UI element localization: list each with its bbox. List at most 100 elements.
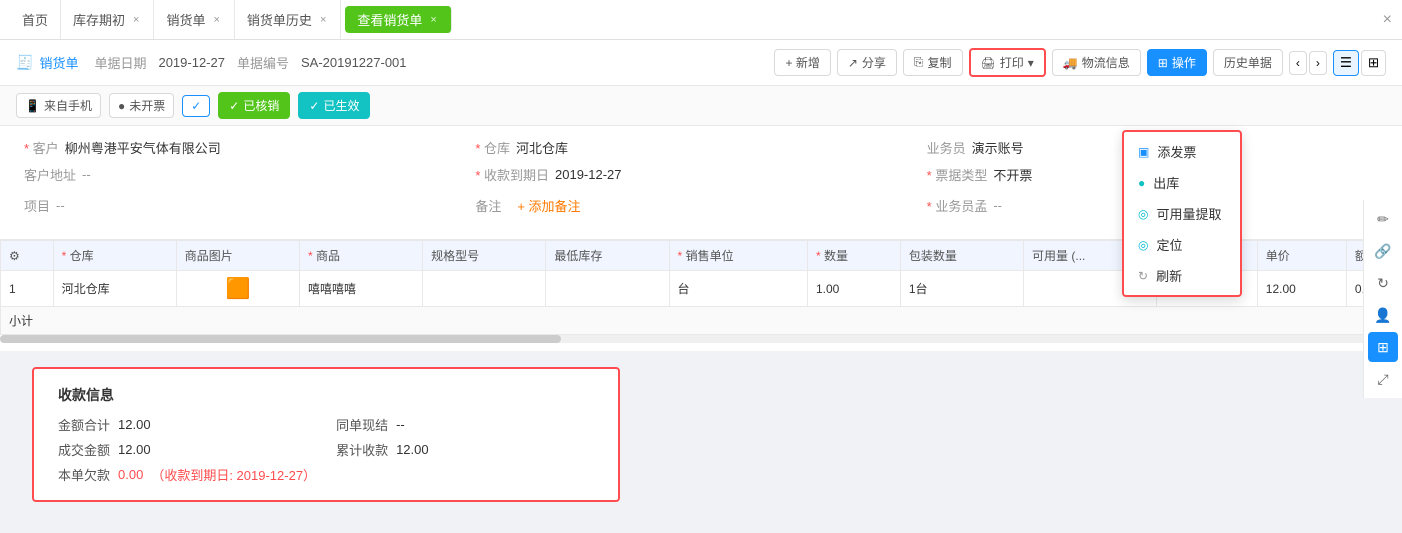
summary-title: 收款信息 — [58, 385, 594, 405]
add-memo-button[interactable]: + 添加备注 — [507, 192, 590, 219]
outbound-label: 出库 — [1153, 173, 1179, 192]
dropdown-outbound[interactable]: ● 出库 — [1124, 167, 1240, 198]
verify-btn[interactable]: ✓ — [182, 95, 210, 117]
tab-view-sales-close[interactable]: × — [428, 14, 438, 26]
outbound-icon: ● — [1138, 176, 1145, 190]
summary-section: 收款信息 金额合计 12.00 同单现结 -- 成交金额 12.00 累计收款 … — [32, 367, 620, 502]
total-value: 12.00 — [118, 417, 151, 432]
staff-label: 业务员 — [927, 138, 966, 157]
grid-view-btn[interactable]: ⊞ — [1361, 50, 1386, 76]
col-min-stock: 最低库存 — [546, 241, 669, 271]
cell-image: 🟧 — [176, 271, 299, 307]
new-button[interactable]: + 新增 — [774, 49, 830, 76]
cell-warehouse: 河北仓库 — [53, 271, 176, 307]
operations-button[interactable]: ⊞ 操作 — [1147, 49, 1207, 76]
col-settings: ⚙ — [1, 241, 54, 271]
invoice-value: 不开票 — [993, 165, 1032, 184]
payment-date-value: 2019-12-27 — [555, 167, 622, 182]
available-qty-icon: ◎ — [1138, 207, 1148, 221]
tab-sales-order-label: 销货单 — [166, 10, 205, 29]
tab-sales-history-close[interactable]: × — [318, 14, 328, 26]
phone-icon: 📱 — [25, 99, 40, 113]
tab-sales-order[interactable]: 销货单 × — [154, 0, 234, 39]
copy-button[interactable]: ⎘ 复制 — [903, 49, 963, 76]
sidebar-user[interactable]: 👤 — [1368, 300, 1398, 330]
cancel-check-icon: ✓ — [229, 99, 239, 113]
summary-row-deal: 成交金额 12.00 — [58, 440, 316, 459]
address-label: 客户地址 — [24, 165, 76, 184]
cell-price: 12.00 — [1257, 271, 1346, 307]
print-icon: 🖨 — [981, 56, 996, 70]
subtotal-row: 小计 — [1, 307, 1402, 335]
locate-icon: ◎ — [1138, 238, 1148, 252]
col-price: 单价 — [1257, 241, 1346, 271]
toolbar-row: 📱 来自手机 ● 未开票 ✓ ✓ 已核销 ✓ 已生效 — [0, 86, 1402, 126]
doc-actions: + 新增 ↗ 分享 ⎘ 复制 🖨 打印 ▾ 🚚 物流信息 ⊞ 操作 — [774, 48, 1386, 77]
share-button[interactable]: ↗ 分享 — [837, 49, 897, 76]
same-order-value: -- — [396, 417, 405, 432]
not-open-btn[interactable]: ● 未开票 — [109, 93, 174, 118]
doc-no-label: 单据编号 — [237, 53, 289, 72]
tab-sales-history-label: 销货单历史 — [247, 10, 312, 29]
tab-inventory-init-label: 库存期初 — [73, 10, 125, 29]
logistics-button[interactable]: 🚚 物流信息 — [1052, 49, 1141, 76]
scrollbar-thumb[interactable] — [0, 335, 561, 343]
sidebar-expand[interactable]: ⤢ — [1368, 364, 1398, 394]
sidebar-link[interactable]: 🔗 — [1368, 236, 1398, 266]
cumulative-value: 12.00 — [396, 442, 429, 457]
tab-inventory-init[interactable]: 库存期初 × — [61, 0, 154, 39]
locate-label: 定位 — [1156, 235, 1182, 254]
sidebar-refresh[interactable]: ↻ — [1368, 268, 1398, 298]
window-close-btn[interactable]: × — [1383, 11, 1392, 29]
staff2-label: 业务员孟 — [927, 196, 988, 215]
not-open-label: 未开票 — [129, 97, 165, 114]
tab-sales-history[interactable]: 销货单历史 × — [235, 0, 341, 39]
history-button[interactable]: 历史单据 — [1213, 49, 1283, 76]
share-label: 分享 — [862, 54, 886, 71]
prev-button[interactable]: ‹ — [1289, 51, 1307, 75]
nav-arrows: ‹ › — [1289, 51, 1327, 75]
tab-sales-order-close[interactable]: × — [211, 14, 221, 26]
invoice-label: 票据类型 — [927, 165, 988, 184]
staff2-value: -- — [993, 198, 1002, 213]
print-label: 打印 — [1000, 54, 1024, 71]
doc-title-text: 销货单 — [39, 53, 78, 72]
project-value: -- — [56, 198, 65, 213]
effect-btn[interactable]: ✓ 已生效 — [298, 92, 370, 119]
cancel-btn[interactable]: ✓ 已核销 — [218, 92, 290, 119]
print-button[interactable]: 🖨 打印 ▾ — [969, 48, 1046, 77]
share-icon: ↗ — [848, 56, 858, 70]
memo-field: 备注 + 添加备注 — [475, 192, 926, 219]
col-image: 商品图片 — [176, 241, 299, 271]
next-button[interactable]: › — [1309, 51, 1327, 75]
cumulative-label: 累计收款 — [336, 440, 388, 459]
add-invoice-icon: ▣ — [1138, 145, 1149, 159]
logistics-icon: 🚚 — [1063, 56, 1078, 70]
from-phone-btn[interactable]: 📱 来自手机 — [16, 93, 101, 118]
sidebar-edit[interactable]: ✏ — [1368, 204, 1398, 234]
tab-view-sales-label: 查看销货单 — [357, 10, 422, 29]
sidebar-grid[interactable]: ⊞ — [1368, 332, 1398, 362]
product-image-icon: 🟧 — [225, 278, 250, 300]
tab-view-sales[interactable]: 查看销货单 × — [345, 6, 451, 33]
tab-inventory-init-close[interactable]: × — [131, 14, 141, 26]
dropdown-add-invoice[interactable]: ▣ 添发票 — [1124, 136, 1240, 167]
doc-header: 🧾 销货单 单据日期 2019-12-27 单据编号 SA-20191227-0… — [0, 40, 1402, 86]
dropdown-refresh[interactable]: ↻ 刷新 — [1124, 260, 1240, 291]
summary-container: 收款信息 金额合计 12.00 同单现结 -- 成交金额 12.00 累计收款 … — [0, 351, 1402, 518]
col-product: 商品 — [299, 241, 422, 271]
cell-unit: 台 — [669, 271, 807, 307]
dropdown-available-qty[interactable]: ◎ 可用量提取 — [1124, 198, 1240, 229]
verify-icon: ✓ — [191, 99, 201, 113]
tab-home[interactable]: 首页 — [10, 0, 61, 39]
from-phone-label: 来自手机 — [44, 97, 92, 114]
operations-icon: ⊞ — [1158, 56, 1168, 70]
horizontal-scrollbar[interactable] — [0, 335, 1402, 343]
customer-label: 客户 — [24, 138, 59, 157]
warehouse-label: 仓库 — [475, 138, 510, 157]
summary-row-same-order: 同单现结 -- — [336, 415, 594, 434]
staff-value: 演示账号 — [972, 138, 1024, 157]
list-view-btn[interactable]: ☰ — [1333, 50, 1359, 76]
tab-home-label: 首页 — [22, 10, 48, 29]
dropdown-locate[interactable]: ◎ 定位 — [1124, 229, 1240, 260]
